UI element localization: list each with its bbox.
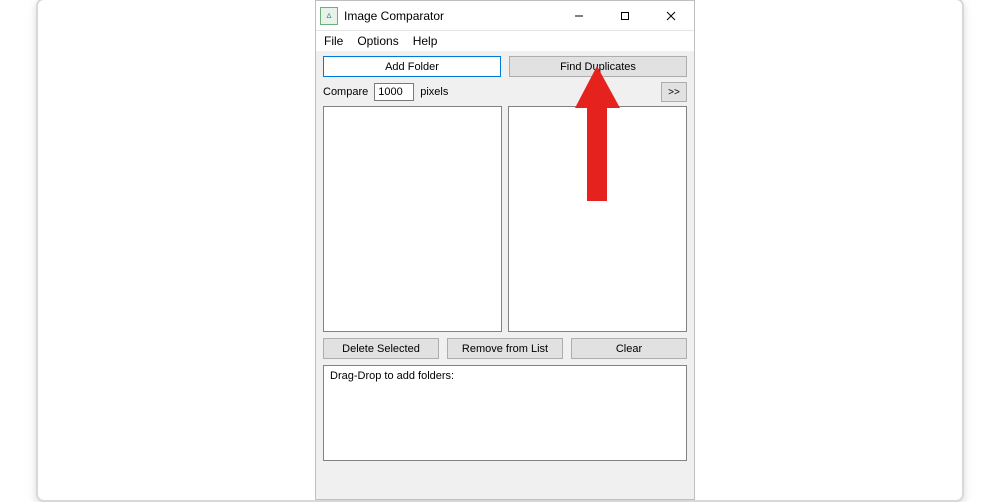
list-left[interactable] [323,106,502,332]
list-right[interactable] [508,106,687,332]
add-folder-button[interactable]: Add Folder [323,56,501,77]
menu-help[interactable]: Help [413,34,438,48]
maximize-button[interactable] [602,1,648,30]
client-area: Add Folder Find Duplicates Compare pixel… [316,51,694,499]
menubar: File Options Help [316,31,694,51]
add-folder-label: Add Folder [385,61,439,73]
minimize-button[interactable] [556,1,602,30]
delete-selected-button[interactable]: Delete Selected [323,338,439,359]
expand-button[interactable]: >> [661,82,687,102]
remove-from-list-button[interactable]: Remove from List [447,338,563,359]
clear-label: Clear [616,343,642,355]
action-buttons-row: Delete Selected Remove from List Clear [323,338,687,359]
titlebar: ▵ Image Comparator [316,1,694,31]
window-controls [556,1,694,30]
close-button[interactable] [648,1,694,30]
titlebar-left: ▵ Image Comparator [320,7,444,25]
drag-drop-area[interactable]: Drag-Drop to add folders: [323,365,687,461]
menu-options[interactable]: Options [357,34,398,48]
window-title: Image Comparator [344,9,444,23]
expand-label: >> [668,87,680,98]
clear-button[interactable]: Clear [571,338,687,359]
compare-input[interactable] [374,83,414,101]
find-duplicates-button[interactable]: Find Duplicates [509,56,687,77]
compare-group: Compare pixels [323,83,448,101]
compare-label: Compare [323,86,368,98]
list-panels [323,106,687,332]
find-duplicates-label: Find Duplicates [560,61,636,73]
app-icon: ▵ [320,7,338,25]
drag-drop-label: Drag-Drop to add folders: [330,370,454,382]
compare-unit: pixels [420,86,448,98]
app-window: ▵ Image Comparator File Options Help Add… [315,0,695,500]
compare-row: Compare pixels >> [323,82,687,102]
menu-file[interactable]: File [324,34,343,48]
remove-from-list-label: Remove from List [462,343,548,355]
delete-selected-label: Delete Selected [342,343,420,355]
top-button-row: Add Folder Find Duplicates [323,56,687,77]
